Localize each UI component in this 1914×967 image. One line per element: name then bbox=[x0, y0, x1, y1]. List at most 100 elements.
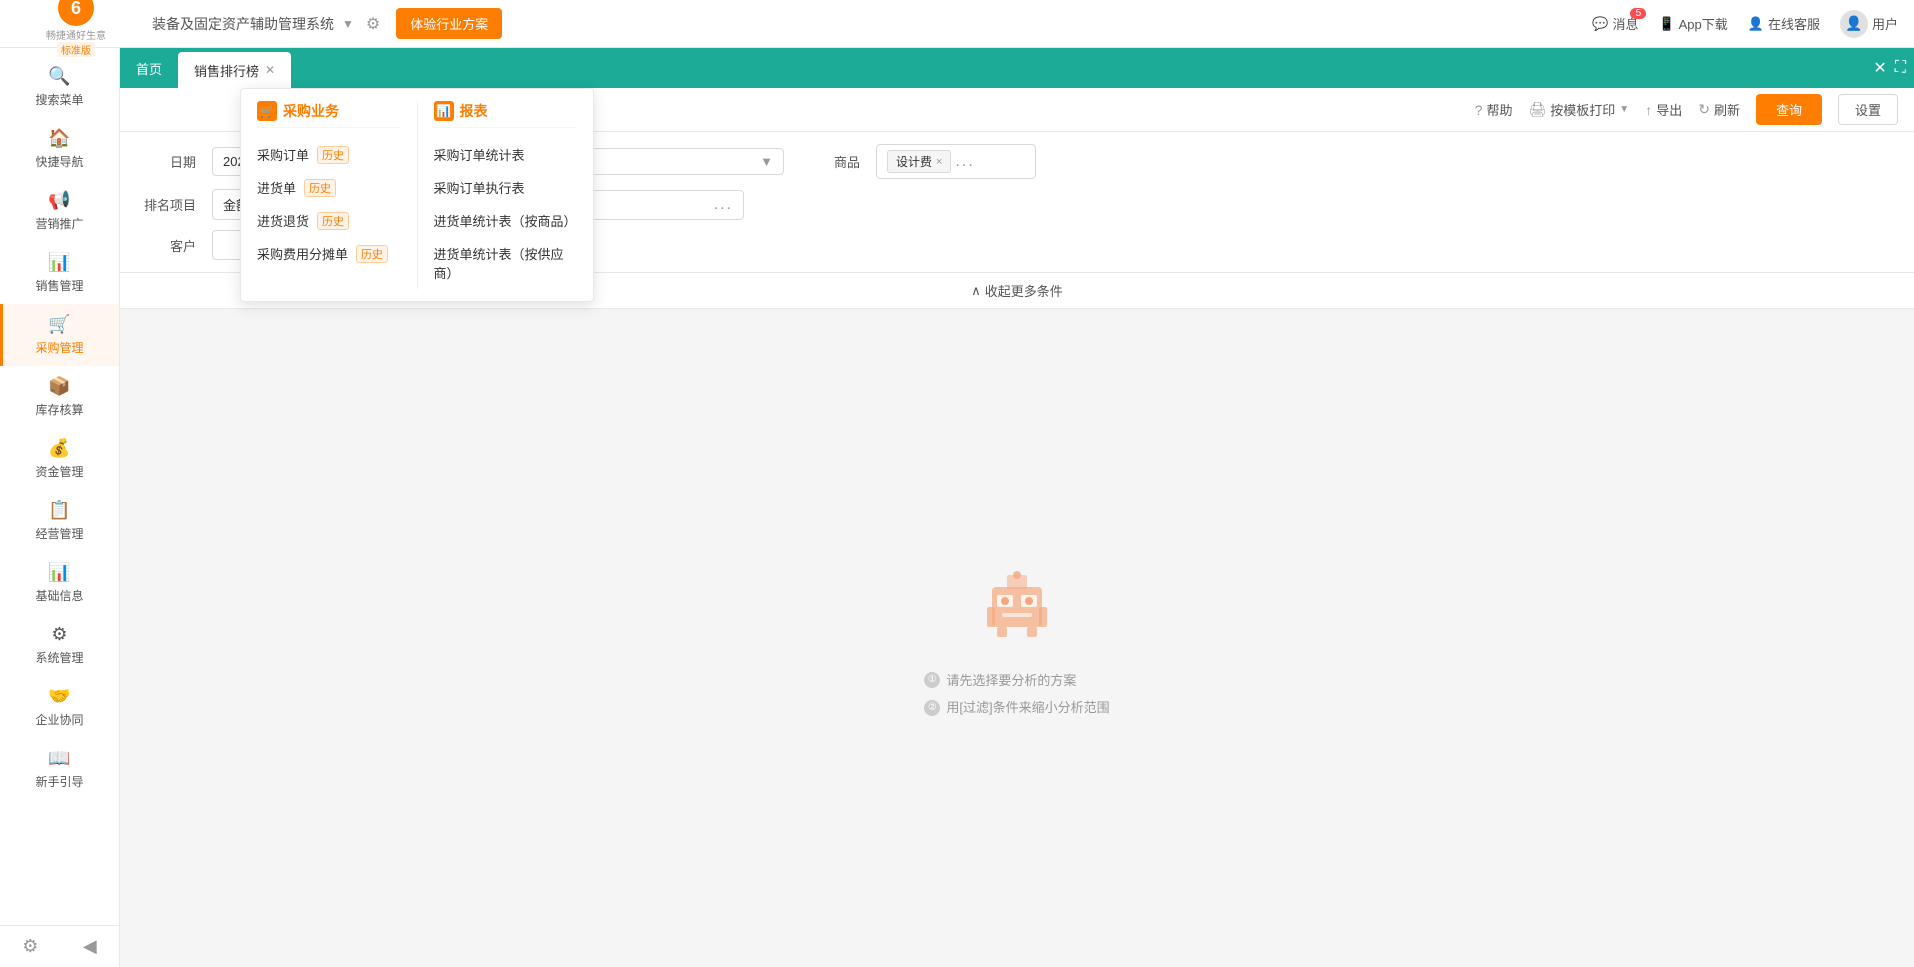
sidebar-item-quick-nav[interactable]: 🏠 快捷导航 bbox=[0, 118, 119, 180]
system-dropdown-arrow[interactable]: ▼ bbox=[342, 17, 354, 31]
return-label: 进货退货 bbox=[257, 211, 309, 230]
step-dot-2: ② bbox=[924, 700, 940, 716]
sidebar-item-marketing[interactable]: 📢 营销推广 bbox=[0, 180, 119, 242]
app-icon: 📱 bbox=[1658, 16, 1674, 32]
settings-button[interactable]: 设置 bbox=[1838, 94, 1898, 125]
marketing-icon: 📢 bbox=[48, 190, 70, 211]
goods-tag-close[interactable]: × bbox=[936, 156, 942, 168]
goods-filter-input[interactable]: 设计费 × ... bbox=[876, 144, 1036, 179]
report-col-title: 📊 报表 bbox=[434, 101, 578, 128]
salesman-more-btn[interactable]: ... bbox=[714, 196, 733, 214]
tab-sales-rank[interactable]: 销售排行榜 ✕ bbox=[178, 52, 291, 88]
online-service-button[interactable]: 👤 在线客服 bbox=[1748, 14, 1820, 33]
sidebar-collapse-icon[interactable]: ◀ bbox=[83, 936, 97, 957]
sidebar: 🔍 搜索菜单 🏠 快捷导航 📢 营销推广 📊 销售管理 🛒 采购管理 📦 库存核… bbox=[0, 48, 120, 967]
print-button[interactable]: 🖨 按模板打印 ▼ bbox=[1529, 100, 1630, 119]
sidebar-item-business[interactable]: 📋 经营管理 bbox=[0, 490, 119, 552]
refresh-icon: ↻ bbox=[1698, 101, 1710, 118]
tab-sales-rank-label: 销售排行榜 bbox=[194, 61, 259, 80]
dropdown-item-return[interactable]: 进货退货 历史 bbox=[257, 204, 401, 237]
help-button[interactable]: ? 帮助 bbox=[1475, 100, 1513, 119]
tab-bar-right: ✕ ⛶ bbox=[1873, 58, 1914, 78]
collapse-icon: ∧ bbox=[971, 283, 981, 299]
step-dot-1: ① bbox=[924, 672, 940, 688]
sidebar-item-finance-label: 资金管理 bbox=[35, 463, 83, 480]
dropdown-item-cost[interactable]: 采购费用分摊单 历史 bbox=[257, 237, 401, 270]
guide-icon: 📖 bbox=[48, 748, 70, 769]
export-button[interactable]: ↑ 导出 bbox=[1645, 100, 1682, 119]
tab-bar: 首页 销售排行榜 ✕ ✕ ⛶ bbox=[120, 48, 1914, 88]
purchase-order-label: 采购订单 bbox=[257, 145, 309, 164]
sidebar-item-guide-label: 新手引导 bbox=[35, 773, 83, 790]
system-settings-icon[interactable]: ⚙ bbox=[366, 14, 380, 34]
sidebar-item-basic-info[interactable]: 📊 基础信息 bbox=[0, 552, 119, 614]
order-stat-label: 采购订单统计表 bbox=[434, 145, 525, 164]
status-dropdown-icon: ▼ bbox=[760, 154, 773, 169]
app-download-button[interactable]: 📱 App下载 bbox=[1658, 14, 1727, 33]
logo-text: 畅捷通好生意 bbox=[46, 27, 106, 42]
online-service-label: 在线客服 bbox=[1768, 14, 1820, 33]
home-icon: 🏠 bbox=[48, 128, 70, 149]
sidebar-item-system[interactable]: ⚙ 系统管理 bbox=[0, 614, 119, 676]
dropdown-item-order-exec[interactable]: 采购订单执行表 bbox=[434, 171, 578, 204]
inventory-icon: 📦 bbox=[48, 376, 70, 397]
purchase-dropdown-menu: 🛒 采购业务 采购订单 历史 进货单 历史 进货退货 历史 采购费用分摊单 bbox=[240, 88, 594, 302]
sidebar-item-sales[interactable]: 📊 销售管理 bbox=[0, 242, 119, 304]
sidebar-item-search-label: 搜索菜单 bbox=[35, 91, 83, 108]
sidebar-item-inventory[interactable]: 📦 库存核算 bbox=[0, 366, 119, 428]
sidebar-item-inventory-label: 库存核算 bbox=[35, 401, 83, 418]
refresh-button[interactable]: ↻ 刷新 bbox=[1698, 100, 1740, 119]
dropdown-item-inbound-stat-goods[interactable]: 进货单统计表（按商品） bbox=[434, 204, 578, 237]
query-button[interactable]: 查询 bbox=[1756, 94, 1822, 125]
inbound-history-tag: 历史 bbox=[304, 179, 336, 197]
print-dropdown-icon[interactable]: ▼ bbox=[1619, 104, 1629, 115]
empty-hint-2: ② 用[过滤]条件来缩小分析范围 bbox=[924, 696, 1109, 719]
dropdown-item-order-stat[interactable]: 采购订单统计表 bbox=[434, 138, 578, 171]
sidebar-item-purchase-label: 采购管理 bbox=[35, 339, 83, 356]
collapse-button[interactable]: ∧ 收起更多条件 bbox=[971, 281, 1063, 300]
sidebar-item-sales-label: 销售管理 bbox=[35, 277, 83, 294]
sidebar-item-quick-nav-label: 快捷导航 bbox=[35, 153, 83, 170]
report-col-title-text: 报表 bbox=[460, 101, 488, 121]
empty-svg bbox=[967, 557, 1067, 657]
system-icon: ⚙ bbox=[51, 624, 67, 645]
system-title: 装备及固定资产辅助管理系统 ▼ ⚙ bbox=[152, 14, 380, 34]
tab-close-icon[interactable]: ✕ bbox=[265, 63, 275, 77]
trial-button[interactable]: 体验行业方案 bbox=[396, 8, 502, 39]
purchase-col-title-text: 采购业务 bbox=[283, 101, 339, 121]
sidebar-item-system-label: 系统管理 bbox=[35, 649, 83, 666]
tab-close-all-icon[interactable]: ✕ bbox=[1873, 58, 1886, 78]
sidebar-settings-icon[interactable]: ⚙ bbox=[22, 936, 38, 957]
user-label: 用户 bbox=[1872, 14, 1898, 33]
logo-icon: 6 bbox=[58, 0, 94, 26]
logo-area: 6 畅捷通好生意 标准版 bbox=[16, 0, 136, 57]
service-icon: 👤 bbox=[1748, 16, 1764, 32]
sidebar-item-finance[interactable]: 💰 资金管理 bbox=[0, 428, 119, 490]
basic-info-icon: 📊 bbox=[48, 562, 70, 583]
tab-maximize-icon[interactable]: ⛶ bbox=[1895, 59, 1906, 77]
notification-button[interactable]: 💬 消息 5 bbox=[1592, 14, 1638, 33]
goods-more-btn[interactable]: ... bbox=[955, 153, 974, 171]
cost-label: 采购费用分摊单 bbox=[257, 244, 348, 263]
sidebar-item-guide[interactable]: 📖 新手引导 bbox=[0, 738, 119, 800]
status-filter-input[interactable]: ▼ bbox=[584, 148, 784, 175]
goods-filter-label: 商品 bbox=[800, 152, 860, 171]
sidebar-item-search[interactable]: 🔍 搜索菜单 bbox=[0, 56, 119, 118]
notification-icon: 💬 bbox=[1592, 16, 1608, 32]
sidebar-item-enterprise[interactable]: 🤝 企业协同 bbox=[0, 676, 119, 738]
user-button[interactable]: 👤 用户 bbox=[1840, 10, 1898, 38]
order-exec-label: 采购订单执行表 bbox=[434, 178, 525, 197]
empty-hint-1-text: 请先选择要分析的方案 bbox=[946, 669, 1076, 692]
user-avatar: 👤 bbox=[1840, 10, 1868, 38]
customer-filter-label: 客户 bbox=[136, 236, 196, 255]
goods-tag-text: 设计费 bbox=[896, 153, 932, 170]
dropdown-item-purchase-order[interactable]: 采购订单 历史 bbox=[257, 138, 401, 171]
dropdown-item-inbound[interactable]: 进货单 历史 bbox=[257, 171, 401, 204]
help-icon: ? bbox=[1475, 102, 1483, 118]
empty-hint-2-text: 用[过滤]条件来缩小分析范围 bbox=[946, 696, 1109, 719]
notification-badge: 5 bbox=[1630, 8, 1646, 19]
dropdown-item-inbound-stat-supplier[interactable]: 进货单统计表（按供应商） bbox=[434, 237, 578, 289]
empty-illustration bbox=[967, 557, 1067, 657]
sidebar-item-basic-info-label: 基础信息 bbox=[35, 587, 83, 604]
sidebar-item-purchase[interactable]: 🛒 采购管理 bbox=[0, 304, 119, 366]
